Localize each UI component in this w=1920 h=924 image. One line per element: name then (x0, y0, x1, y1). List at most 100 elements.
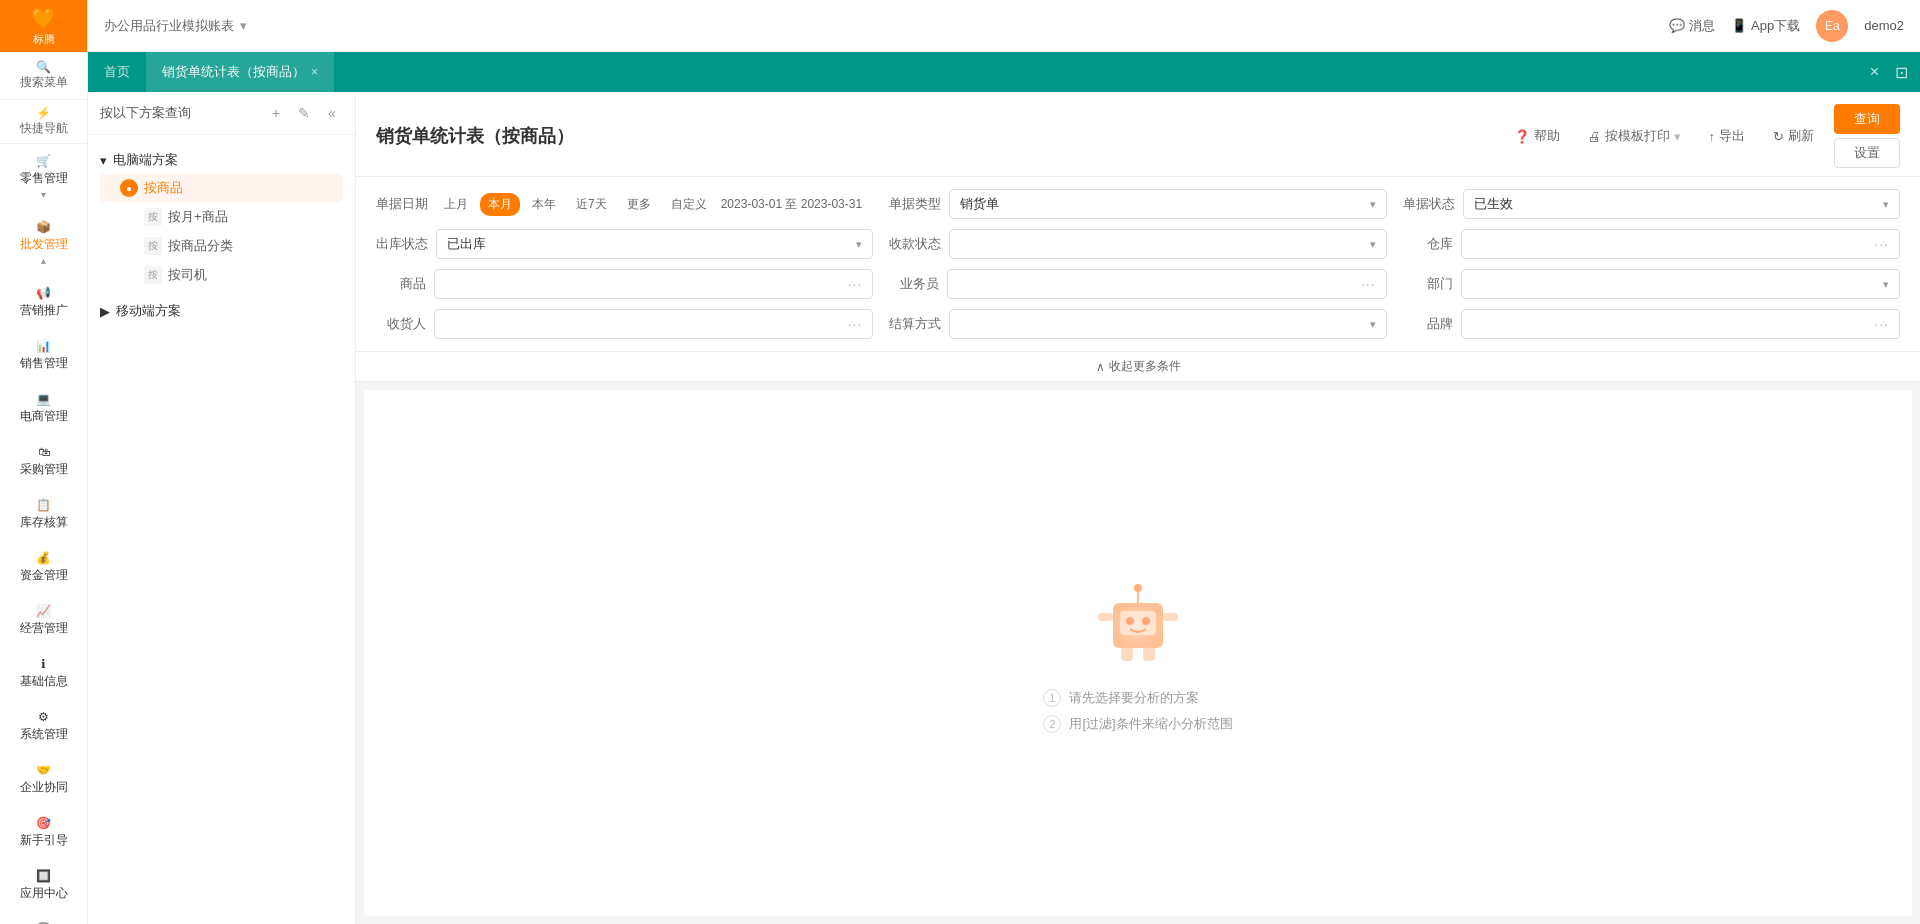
collapse-panel-button[interactable]: « (321, 102, 343, 124)
filter-doc-type: 单据类型 销货单 ▾ (889, 189, 1386, 219)
app-download-button[interactable]: 📱 App下载 (1731, 17, 1800, 35)
warehouse-status-value: 已出库 (447, 235, 486, 253)
mobile-group-title[interactable]: ▶ 移动端方案 (100, 298, 343, 324)
scheme-item-by-goods[interactable]: ● 按商品 (100, 174, 343, 202)
avatar[interactable]: Ea (1816, 10, 1848, 42)
sidebar-item-retail[interactable]: 🛒 零售管理 ▾ (0, 144, 87, 210)
tab-close-icon[interactable]: × (311, 65, 318, 79)
brand-label: 品牌 (1403, 315, 1453, 333)
sidebar-item-operations[interactable]: 📈 经营管理 (0, 594, 87, 647)
sidebar-item-label: 电商管理 (20, 408, 68, 425)
sidebar-item-sales[interactable]: 📊 销售管理 (0, 329, 87, 382)
sidebar-item-label: 营销推广 (20, 302, 68, 319)
dept-select[interactable]: ▾ (1461, 269, 1900, 299)
empty-step-1: 1 请先选择要分析的方案 (1043, 689, 1232, 707)
svg-rect-7 (1163, 613, 1178, 621)
sidebar-item-ecommerce[interactable]: 💻 电商管理 (0, 382, 87, 435)
sidebar-item-basicinfo[interactable]: ℹ 基础信息 (0, 647, 87, 700)
sidebar-item-wechat[interactable]: 💬 企业微信 (0, 912, 87, 924)
sales-icon: 📊 (36, 339, 51, 353)
edit-scheme-button[interactable]: ✎ (293, 102, 315, 124)
payment-status-select[interactable]: ▾ (949, 229, 1386, 259)
add-scheme-button[interactable]: + (265, 102, 287, 124)
group-arrow-icon: ▾ (100, 153, 107, 168)
sidebar-item-finance[interactable]: 💰 资金管理 (0, 541, 87, 594)
date-tab-custom[interactable]: 自定义 (663, 193, 715, 216)
help-button[interactable]: ❓ 帮助 (1506, 123, 1568, 149)
finance-icon: 💰 (36, 551, 51, 565)
staff-label: 业务员 (889, 275, 939, 293)
filter-doc-status: 单据状态 已生效 ▾ (1403, 189, 1900, 219)
sidebar-item-search[interactable]: 🔍 搜索菜单 (0, 52, 87, 100)
goods-select[interactable]: ··· (434, 269, 873, 299)
print-arrow-icon: ▾ (1674, 129, 1681, 144)
warehouse-select[interactable]: ··· (1461, 229, 1900, 259)
brand-select[interactable]: ··· (1461, 309, 1900, 339)
svg-rect-9 (1143, 647, 1155, 661)
scheme-item-by-month-goods[interactable]: 按 按月+商品 (124, 203, 343, 231)
date-tab-more[interactable]: 更多 (619, 193, 659, 216)
basicinfo-icon: ℹ (41, 657, 46, 671)
breadcrumb-text: 办公用品行业模拟账表 (104, 17, 234, 35)
refresh-label: 刷新 (1788, 127, 1814, 145)
sidebar-item-label: 应用中心 (20, 885, 68, 902)
export-button[interactable]: ↑ 导出 (1701, 123, 1754, 149)
sidebar-item-marketing[interactable]: 📢 营销推广 (0, 276, 87, 329)
content-area: 按以下方案查询 + ✎ « ▾ 电脑端方案 (88, 92, 1920, 924)
date-tab-this-year[interactable]: 本年 (524, 193, 564, 216)
sidebar-item-purchase[interactable]: 🛍 采购管理 (0, 435, 87, 488)
pc-scheme-sub: 按 按月+商品 按 按商品分类 按 按司机 (100, 203, 343, 289)
help-label: 帮助 (1534, 127, 1560, 145)
staff-dots-icon: ··· (1361, 276, 1376, 292)
quicknav-icon: ⚡ (0, 106, 87, 120)
refresh-button[interactable]: ↻ 刷新 (1765, 123, 1822, 149)
brand-dots-icon: ··· (1874, 316, 1889, 332)
ecommerce-icon: 💻 (36, 392, 51, 406)
scheme-item-by-category[interactable]: 按 按商品分类 (124, 232, 343, 260)
settlement-label: 结算方式 (889, 315, 941, 333)
date-tab-7days[interactable]: 近7天 (568, 193, 615, 216)
empty-illustration (1088, 573, 1188, 673)
sidebar-item-inventory[interactable]: 📋 库存核算 (0, 488, 87, 541)
receiver-select[interactable]: ··· (434, 309, 873, 339)
pc-group-title[interactable]: ▾ 电脑端方案 (100, 147, 343, 173)
staff-select[interactable]: ··· (947, 269, 1386, 299)
scheme-item-by-driver[interactable]: 按 按司机 (124, 261, 343, 289)
doc-status-caret-icon: ▾ (1883, 198, 1889, 211)
sidebar-item-system[interactable]: ⚙ 系统管理 (0, 700, 87, 753)
sidebar-item-wholesale[interactable]: 📦 批发管理 ▴ (0, 210, 87, 276)
tab-minimize-button[interactable]: × (1866, 61, 1883, 83)
date-tab-last-month[interactable]: 上月 (436, 193, 476, 216)
goods-label: 商品 (376, 275, 426, 293)
collapse-filters-button[interactable]: ∧ 收起更多条件 (356, 352, 1920, 382)
message-icon: 💬 (1669, 18, 1685, 33)
sidebar-item-label: 企业协同 (20, 779, 68, 796)
user-abbr: Ea (1825, 19, 1840, 33)
settlement-select[interactable]: ▾ (949, 309, 1386, 339)
query-button[interactable]: 查询 (1834, 104, 1900, 134)
query-settings-group: 查询 设置 (1834, 104, 1900, 168)
purchase-icon: 🛍 (38, 445, 50, 459)
filter-row-1: 单据日期 上月 本月 本年 近7天 更多 自定义 2023-03-01 至 20… (376, 189, 1900, 219)
breadcrumb-arrow[interactable]: ▾ (240, 18, 247, 33)
tab-maximize-button[interactable]: ⊡ (1891, 61, 1912, 84)
sidebar-item-collab[interactable]: 🤝 企业协同 (0, 753, 87, 806)
scheme-item-label: 按商品 (144, 179, 183, 197)
date-tab-this-month[interactable]: 本月 (480, 193, 520, 216)
tab-sales-report[interactable]: 销货单统计表（按商品） × (146, 52, 334, 92)
sidebar-item-appcenter[interactable]: 🔲 应用中心 (0, 859, 87, 912)
doc-status-select[interactable]: 已生效 ▾ (1463, 189, 1900, 219)
sidebar-item-newuser[interactable]: 🎯 新手引导 (0, 806, 87, 859)
sidebar-item-label: 基础信息 (20, 673, 68, 690)
message-button[interactable]: 💬 消息 (1669, 17, 1715, 35)
print-button[interactable]: 🖨 按模板打印 ▾ (1580, 123, 1689, 149)
tab-home[interactable]: 首页 (88, 52, 146, 92)
settings-button[interactable]: 设置 (1834, 138, 1900, 168)
user-label: demo2 (1864, 18, 1904, 33)
warehouse-status-select[interactable]: 已出库 ▾ (436, 229, 873, 259)
svg-point-5 (1134, 584, 1142, 592)
doc-type-select[interactable]: 销货单 ▾ (949, 189, 1386, 219)
retail-icon: 🛒 (36, 154, 51, 168)
breadcrumb: 办公用品行业模拟账表 ▾ (104, 17, 1657, 35)
sidebar-item-quicknav[interactable]: ⚡ 快捷导航 (0, 100, 87, 144)
